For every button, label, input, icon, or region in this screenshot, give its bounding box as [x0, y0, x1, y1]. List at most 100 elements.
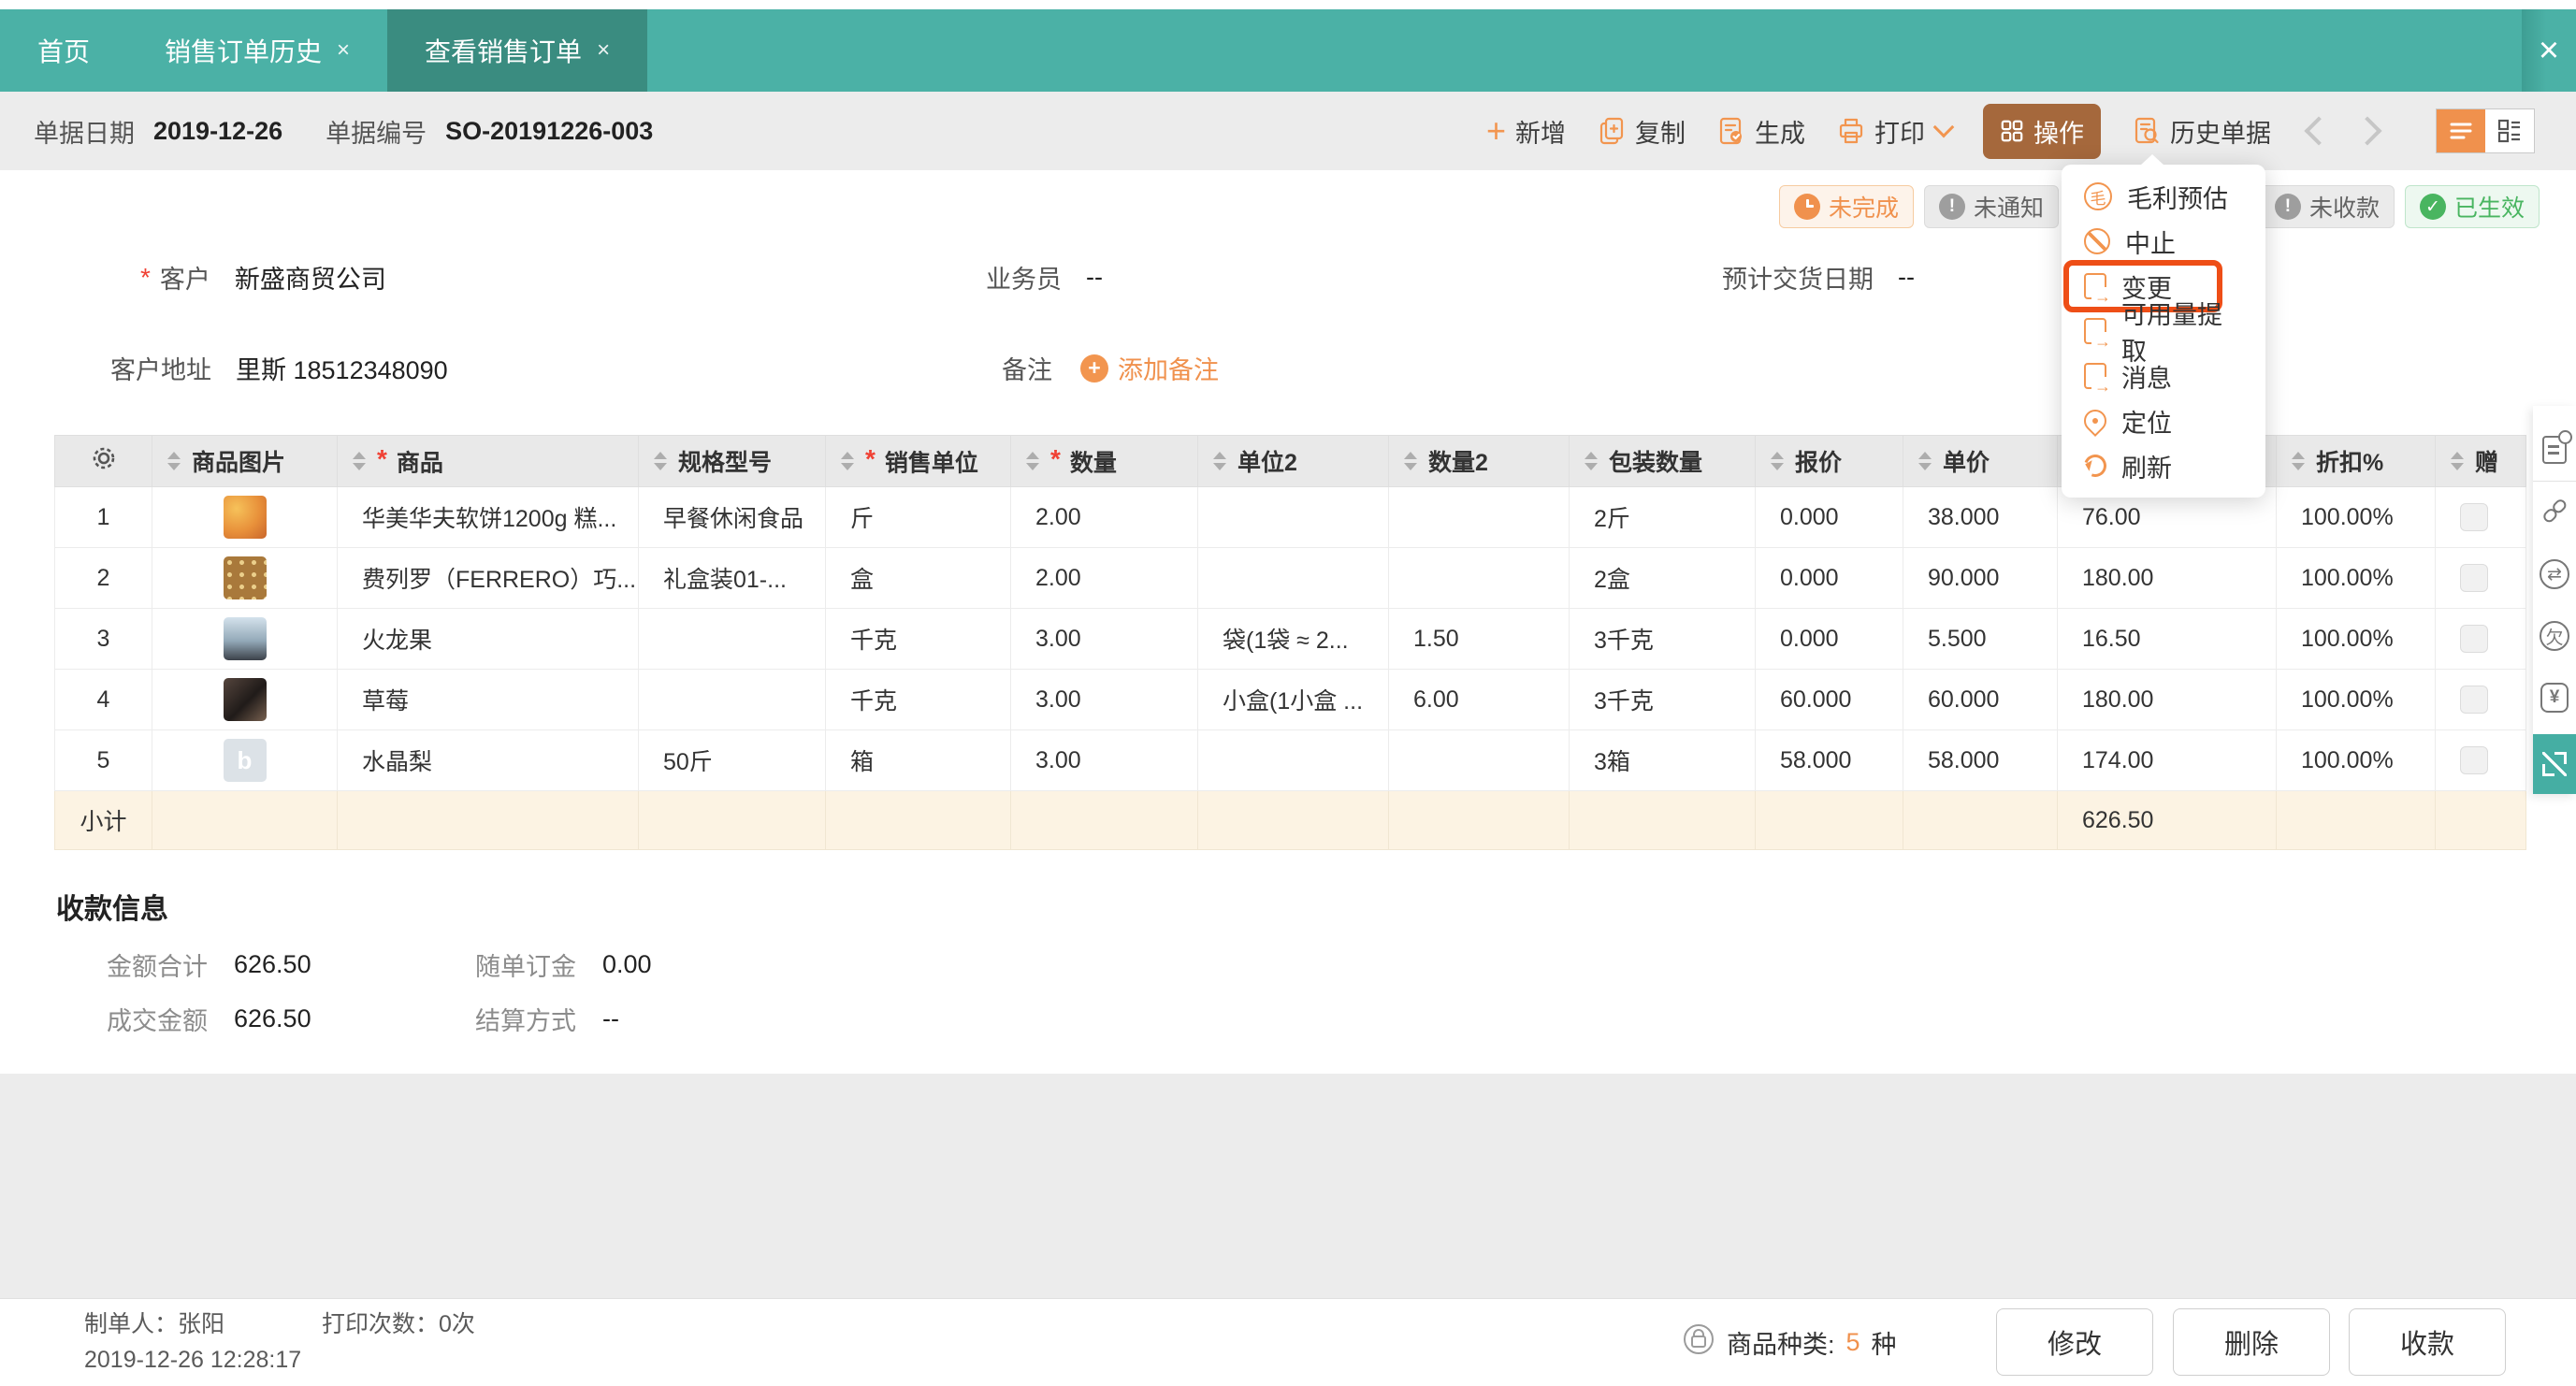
- history-orders-button[interactable]: 历史单据: [2133, 113, 2271, 150]
- print-label: 打印: [1874, 119, 1925, 148]
- menu-item-5[interactable]: 消息: [2062, 354, 2265, 398]
- sort-down-icon[interactable]: [1771, 463, 1784, 470]
- column-header-规格型号[interactable]: 规格型号: [638, 435, 826, 487]
- sort-down-icon[interactable]: [167, 463, 181, 470]
- close-icon[interactable]: ×: [2522, 9, 2576, 92]
- copy-button[interactable]: 复制: [1598, 113, 1686, 150]
- history-icon: [2133, 116, 2161, 146]
- sort-up-icon[interactable]: [1404, 452, 1417, 459]
- gift-checkbox[interactable]: [2460, 564, 2488, 593]
- operations-button[interactable]: 操作: [1983, 103, 2101, 159]
- sort-icon[interactable]: [2451, 452, 2464, 470]
- sort-icon[interactable]: [1771, 452, 1784, 470]
- delivery-date-field: 预计交货日期 --: [1722, 259, 1915, 296]
- column-header-折扣%[interactable]: 折扣%: [2276, 435, 2436, 487]
- toolbar-actions: + 新增 复制 生成 打印 操作 历史单据: [1486, 103, 2535, 159]
- sort-up-icon[interactable]: [654, 452, 667, 459]
- column-header-单位2[interactable]: 单位2: [1197, 435, 1389, 487]
- tab-label: 首页: [37, 37, 91, 66]
- expand-table-button[interactable]: [2533, 734, 2576, 794]
- toolbar: 单据日期 2019-12-26 单据编号 SO-20191226-003 + 新…: [0, 92, 2576, 170]
- sort-up-icon[interactable]: [2451, 452, 2464, 459]
- sort-icon[interactable]: [1585, 452, 1598, 470]
- row-index: 3: [54, 608, 152, 670]
- sort-icon[interactable]: [1026, 452, 1039, 471]
- menu-item-6[interactable]: 定位: [2062, 398, 2265, 443]
- print-button[interactable]: 打印: [1837, 113, 1955, 150]
- sort-down-icon[interactable]: [1026, 463, 1039, 471]
- sort-down-icon[interactable]: [841, 463, 854, 471]
- sort-icon[interactable]: [2292, 452, 2305, 470]
- sort-down-icon[interactable]: [2451, 463, 2464, 470]
- sort-down-icon[interactable]: [654, 463, 667, 470]
- tab-close-icon[interactable]: ×: [597, 37, 610, 64]
- sort-up-icon[interactable]: [2292, 452, 2305, 459]
- menu-item-1[interactable]: 毛毛利预估: [2062, 174, 2265, 219]
- list-view-button[interactable]: [2437, 109, 2485, 152]
- generate-button[interactable]: 生成: [1717, 113, 1805, 150]
- rail-button-transfer[interactable]: ⇄: [2533, 543, 2576, 605]
- mao-circle-icon: 毛: [2084, 182, 2112, 210]
- chevron-down-icon[interactable]: [1932, 116, 1955, 138]
- tab-home[interactable]: 首页: [0, 9, 127, 92]
- sort-up-icon[interactable]: [1213, 452, 1226, 459]
- tab-view-sales-order[interactable]: 查看销售订单 ×: [387, 9, 648, 92]
- edit-button[interactable]: 修改: [1996, 1308, 2153, 1376]
- gift-checkbox[interactable]: [2460, 746, 2488, 775]
- sort-up-icon[interactable]: [167, 452, 181, 459]
- column-header-包装数量[interactable]: 包装数量: [1569, 435, 1756, 487]
- column-header-报价[interactable]: 报价: [1755, 435, 1903, 487]
- delete-button[interactable]: 删除: [2173, 1308, 2330, 1376]
- sort-down-icon[interactable]: [2292, 463, 2305, 470]
- column-header-商品图片[interactable]: 商品图片: [152, 435, 338, 487]
- sort-icon[interactable]: [353, 452, 366, 471]
- rail-button-link[interactable]: [2533, 482, 2576, 543]
- salesman-label: 业务员: [986, 266, 1062, 294]
- gear-icon[interactable]: [88, 447, 120, 480]
- rail-button-doc-clock[interactable]: [2533, 419, 2576, 481]
- menu-item-7[interactable]: 刷新: [2062, 443, 2265, 488]
- sort-up-icon[interactable]: [353, 452, 366, 460]
- gift-checkbox[interactable]: [2460, 686, 2488, 715]
- sort-down-icon[interactable]: [1918, 463, 1932, 470]
- sort-down-icon[interactable]: [1404, 463, 1417, 470]
- sort-up-icon[interactable]: [1026, 452, 1039, 460]
- sort-up-icon[interactable]: [841, 452, 854, 460]
- sort-icon[interactable]: [1404, 452, 1417, 470]
- gift-checkbox[interactable]: [2460, 625, 2488, 654]
- sort-down-icon[interactable]: [1585, 463, 1598, 470]
- menu-item-2[interactable]: 中止: [2062, 219, 2265, 264]
- rail-button-debt[interactable]: 欠: [2533, 605, 2576, 667]
- column-header-销售单位[interactable]: * 销售单位: [825, 435, 1011, 487]
- column-header-赠[interactable]: 赠: [2435, 435, 2526, 487]
- column-header-数量2[interactable]: 数量2: [1388, 435, 1570, 487]
- sort-down-icon[interactable]: [353, 463, 366, 471]
- maker-value: 张阳: [178, 1311, 225, 1337]
- sort-icon[interactable]: [654, 452, 667, 470]
- column-settings-header[interactable]: [54, 435, 152, 487]
- menu-item-4[interactable]: 可用量提取: [2062, 301, 2265, 366]
- sort-icon[interactable]: [1918, 452, 1932, 470]
- chevron-left-icon[interactable]: [2304, 116, 2334, 146]
- print-icon: [1837, 116, 1865, 146]
- column-header-商品[interactable]: * 商品: [337, 435, 639, 487]
- add-note-button[interactable]: + 添加备注: [1080, 350, 1219, 386]
- sort-icon[interactable]: [841, 452, 854, 471]
- card-view-button[interactable]: [2485, 109, 2534, 152]
- add-button[interactable]: + 新增: [1486, 113, 1566, 150]
- collect-payment-button[interactable]: 收款: [2349, 1308, 2506, 1376]
- sort-icon[interactable]: [167, 452, 181, 470]
- gift-checkbox[interactable]: [2460, 503, 2488, 532]
- sort-up-icon[interactable]: [1585, 452, 1598, 459]
- tab-close-icon[interactable]: ×: [337, 37, 350, 64]
- column-header-单价[interactable]: 单价: [1903, 435, 2058, 487]
- sort-up-icon[interactable]: [1771, 452, 1784, 459]
- column-header-数量[interactable]: * 数量: [1010, 435, 1198, 487]
- sort-down-icon[interactable]: [1213, 463, 1226, 470]
- rail-button-price-tag[interactable]: ¥: [2533, 667, 2576, 729]
- sort-up-icon[interactable]: [1918, 452, 1932, 459]
- footer-info: 制单人：张阳 打印次数：0次 2019-12-26 12:28:17: [84, 1307, 475, 1378]
- sort-icon[interactable]: [1213, 452, 1226, 470]
- chevron-right-icon[interactable]: [2352, 116, 2382, 146]
- tab-sales-order-history[interactable]: 销售订单历史 ×: [127, 9, 387, 92]
